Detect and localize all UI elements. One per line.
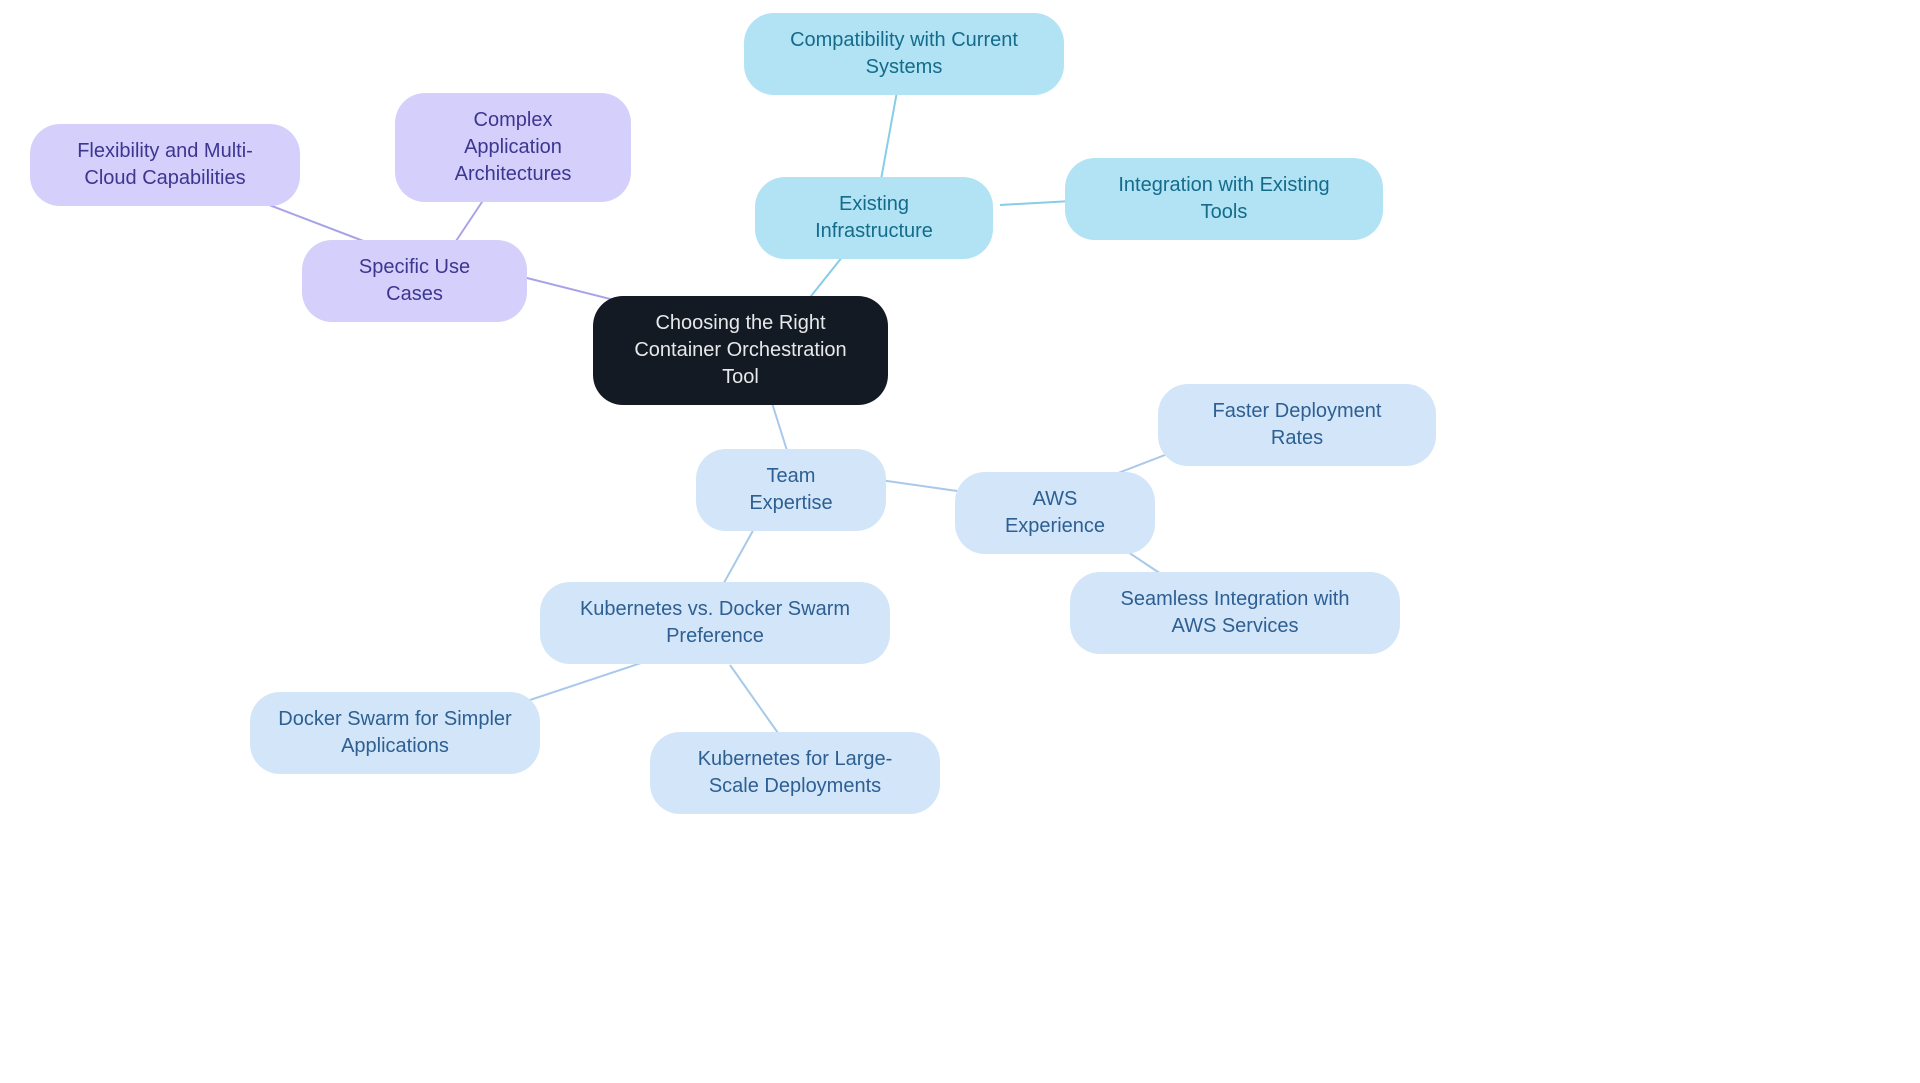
team-expertise-label: Team Expertise bbox=[724, 463, 858, 517]
center-node: Choosing the Right Container Orchestrati… bbox=[593, 296, 888, 405]
kubernetes-large-label: Kubernetes for Large-Scale Deployments bbox=[678, 746, 912, 800]
use-cases-node: Specific Use Cases bbox=[302, 240, 527, 322]
center-label: Choosing the Right Container Orchestrati… bbox=[621, 310, 860, 391]
k8s-swarm-label: Kubernetes vs. Docker Swarm Preference bbox=[568, 596, 862, 650]
aws-experience-node: AWS Experience bbox=[955, 472, 1155, 554]
compatibility-label: Compatibility with Current Systems bbox=[772, 27, 1036, 81]
flexibility-label: Flexibility and Multi-Cloud Capabilities bbox=[58, 138, 272, 192]
integration-tools-label: Integration with Existing Tools bbox=[1093, 172, 1355, 226]
compatibility-node: Compatibility with Current Systems bbox=[744, 13, 1064, 95]
seamless-aws-label: Seamless Integration with AWS Services bbox=[1098, 586, 1372, 640]
seamless-aws-node: Seamless Integration with AWS Services bbox=[1070, 572, 1400, 654]
team-expertise-node: Team Expertise bbox=[696, 449, 886, 531]
integration-tools-node: Integration with Existing Tools bbox=[1065, 158, 1383, 240]
complex-arch-label: Complex Application Architectures bbox=[423, 107, 603, 188]
docker-swarm-node: Docker Swarm for Simpler Applications bbox=[250, 692, 540, 774]
infrastructure-label: Existing Infrastructure bbox=[783, 191, 965, 245]
docker-swarm-label: Docker Swarm for Simpler Applications bbox=[278, 706, 512, 760]
flexibility-node: Flexibility and Multi-Cloud Capabilities bbox=[30, 124, 300, 206]
infrastructure-node: Existing Infrastructure bbox=[755, 177, 993, 259]
k8s-swarm-node: Kubernetes vs. Docker Swarm Preference bbox=[540, 582, 890, 664]
faster-deployment-node: Faster Deployment Rates bbox=[1158, 384, 1436, 466]
kubernetes-large-node: Kubernetes for Large-Scale Deployments bbox=[650, 732, 940, 814]
faster-deployment-label: Faster Deployment Rates bbox=[1186, 398, 1408, 452]
aws-experience-label: AWS Experience bbox=[983, 486, 1127, 540]
use-cases-label: Specific Use Cases bbox=[330, 254, 499, 308]
complex-arch-node: Complex Application Architectures bbox=[395, 93, 631, 202]
